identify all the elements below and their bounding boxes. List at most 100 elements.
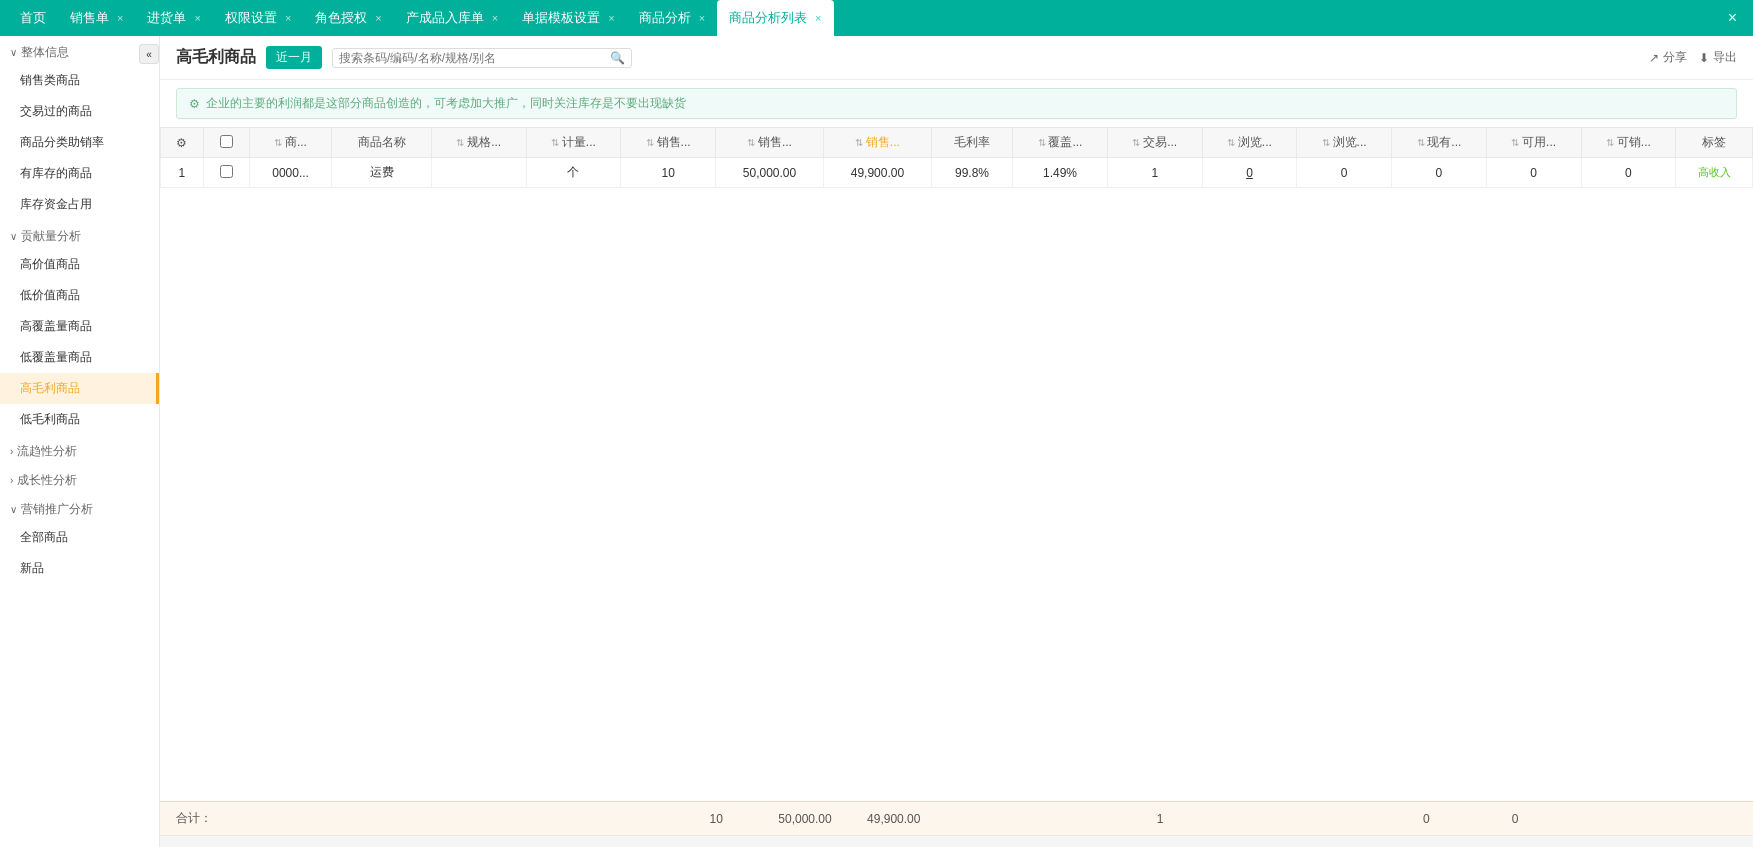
cell-sellable: 0 bbox=[1581, 158, 1676, 188]
sidebar-item-high-value[interactable]: 高价值商品 bbox=[0, 249, 159, 280]
sidebar-group-contribution[interactable]: ∨ 贡献量分析 bbox=[0, 220, 159, 249]
nav-home[interactable]: 首页 bbox=[8, 0, 58, 36]
top-navigation: 首页 销售单 × 进货单 × 权限设置 × 角色授权 × 产成品入库单 × 单据… bbox=[0, 0, 1753, 36]
select-all-checkbox[interactable] bbox=[220, 135, 233, 148]
footer-cells: 10 50,000.00 49,900.00 1 0 0 bbox=[228, 812, 1737, 826]
export-button[interactable]: ⬇ 导出 bbox=[1699, 49, 1737, 66]
footer-spacer6 bbox=[938, 812, 1027, 826]
horizontal-scrollbar[interactable] bbox=[160, 835, 1753, 847]
col-code[interactable]: 商... bbox=[249, 128, 331, 158]
nav-role-auth[interactable]: 角色授权 × bbox=[303, 0, 393, 36]
nav-permission-settings[interactable]: 权限设置 × bbox=[213, 0, 303, 36]
footer-cell-spacer5 bbox=[583, 812, 672, 826]
close-all-tabs[interactable]: × bbox=[1720, 9, 1745, 27]
footer-cell-spacer4 bbox=[494, 812, 583, 826]
cell-code: 0000... bbox=[249, 158, 331, 188]
col-trade[interactable]: 交易... bbox=[1107, 128, 1202, 158]
export-icon: ⬇ bbox=[1699, 51, 1709, 65]
footer-cell-spacer3 bbox=[406, 812, 495, 826]
col-checkbox[interactable] bbox=[203, 128, 249, 158]
footer-spacer10 bbox=[1559, 812, 1648, 826]
cell-spec bbox=[431, 158, 526, 188]
sidebar-group-growth[interactable]: › 成长性分析 bbox=[0, 464, 159, 493]
cell-browse2: 0 bbox=[1297, 158, 1392, 188]
col-name[interactable]: 商品名称 bbox=[332, 128, 432, 158]
notice-text: 企业的主要的利润都是这部分商品创造的，可考虑加大推广，同时关注库存是不要出现缺货 bbox=[206, 95, 686, 112]
content-header: 高毛利商品 近一月 🔍 ↗ 分享 ⬇ 导出 bbox=[160, 36, 1753, 80]
close-permission-settings[interactable]: × bbox=[285, 0, 291, 36]
col-sale-qty[interactable]: 销售... bbox=[621, 128, 716, 158]
close-purchase-order[interactable]: × bbox=[194, 0, 200, 36]
sidebar-item-stock-fund[interactable]: 库存资金占用 bbox=[0, 189, 159, 220]
sidebar-item-high-coverage[interactable]: 高覆盖量商品 bbox=[0, 311, 159, 342]
notice-icon: ⚙ bbox=[189, 97, 200, 111]
col-index: ⚙ bbox=[161, 128, 204, 158]
col-browse1[interactable]: 浏览... bbox=[1202, 128, 1297, 158]
col-current-stock[interactable]: 现有... bbox=[1392, 128, 1487, 158]
col-sale-amount[interactable]: 销售... bbox=[716, 128, 824, 158]
sidebar-item-in-stock[interactable]: 有库存的商品 bbox=[0, 158, 159, 189]
cell-coverage: 1.49% bbox=[1013, 158, 1108, 188]
sidebar-item-sales-goods[interactable]: 销售类商品 bbox=[0, 65, 159, 96]
table-wrap[interactable]: ⚙ 商... 商品名称 规格... 计量... 销售... 销售... 销售..… bbox=[160, 127, 1753, 801]
sidebar-item-low-coverage[interactable]: 低覆盖量商品 bbox=[0, 342, 159, 373]
row-checkbox[interactable] bbox=[220, 165, 233, 178]
cell-unit: 个 bbox=[526, 158, 621, 188]
arrow-right-icon-2: › bbox=[10, 475, 13, 486]
cell-browse1[interactable]: 0 bbox=[1202, 158, 1297, 188]
sidebar: « ∨ 整体信息 销售类商品 交易过的商品 商品分类助销率 有库存的商品 库存资… bbox=[0, 36, 160, 847]
cell-checkbox[interactable] bbox=[203, 158, 249, 188]
search-icon[interactable]: 🔍 bbox=[610, 51, 625, 65]
col-spec[interactable]: 规格... bbox=[431, 128, 526, 158]
col-sellable[interactable]: 可销... bbox=[1581, 128, 1676, 158]
sidebar-item-category-rate[interactable]: 商品分类助销率 bbox=[0, 127, 159, 158]
footer-spacer11 bbox=[1648, 812, 1737, 826]
footer-spacer7 bbox=[1027, 812, 1116, 826]
col-browse2[interactable]: 浏览... bbox=[1297, 128, 1392, 158]
nav-product-analysis-list[interactable]: 商品分析列表 × bbox=[717, 0, 833, 36]
nav-sales-order[interactable]: 销售单 × bbox=[58, 0, 135, 36]
col-available[interactable]: 可用... bbox=[1486, 128, 1581, 158]
sidebar-item-traded-goods[interactable]: 交易过的商品 bbox=[0, 96, 159, 127]
table-header-row: ⚙ 商... 商品名称 规格... 计量... 销售... 销售... 销售..… bbox=[161, 128, 1753, 158]
share-button[interactable]: ↗ 分享 bbox=[1649, 49, 1687, 66]
nav-product-analysis[interactable]: 商品分析 × bbox=[627, 0, 717, 36]
cell-sale-cost: 49,900.00 bbox=[823, 158, 931, 188]
cell-sale-qty: 10 bbox=[621, 158, 716, 188]
arrow-down-icon: ∨ bbox=[10, 47, 17, 58]
arrow-down-icon-2: ∨ bbox=[10, 231, 17, 242]
sidebar-group-marketing[interactable]: ∨ 营销推广分析 bbox=[0, 493, 159, 522]
footer-spacer9 bbox=[1293, 812, 1382, 826]
cell-trade: 1 bbox=[1107, 158, 1202, 188]
sidebar-group-overall[interactable]: ∨ 整体信息 bbox=[0, 36, 159, 65]
close-role-auth[interactable]: × bbox=[375, 0, 381, 36]
sidebar-group-flow[interactable]: › 流趋性分析 bbox=[0, 435, 159, 464]
sidebar-collapse-btn[interactable]: « bbox=[139, 44, 159, 64]
nav-template-settings[interactable]: 单据模板设置 × bbox=[510, 0, 626, 36]
sidebar-item-new-goods[interactable]: 新品 bbox=[0, 553, 159, 584]
col-sale-cost[interactable]: 销售... bbox=[823, 128, 931, 158]
close-sales-order[interactable]: × bbox=[117, 0, 123, 36]
cell-sale-amount: 50,000.00 bbox=[716, 158, 824, 188]
sidebar-item-high-margin[interactable]: 高毛利商品 bbox=[0, 373, 159, 404]
close-template-settings[interactable]: × bbox=[608, 0, 614, 36]
sidebar-item-low-value[interactable]: 低价值商品 bbox=[0, 280, 159, 311]
close-finished-goods[interactable]: × bbox=[492, 0, 498, 36]
nav-finished-goods[interactable]: 产成品入库单 × bbox=[394, 0, 510, 36]
footer-available: 0 bbox=[1471, 812, 1560, 826]
footer-cell-spacer1 bbox=[228, 812, 317, 826]
col-gross-margin[interactable]: 毛利率 bbox=[931, 128, 1012, 158]
footer-spacer8 bbox=[1204, 812, 1293, 826]
close-product-analysis-list[interactable]: × bbox=[815, 0, 821, 36]
search-input[interactable] bbox=[339, 51, 610, 65]
col-coverage[interactable]: 覆盖... bbox=[1013, 128, 1108, 158]
close-product-analysis[interactable]: × bbox=[699, 0, 705, 36]
sidebar-item-low-margin[interactable]: 低毛利商品 bbox=[0, 404, 159, 435]
share-icon: ↗ bbox=[1649, 51, 1659, 65]
period-button[interactable]: 近一月 bbox=[266, 46, 322, 69]
cell-index: 1 bbox=[161, 158, 204, 188]
sidebar-item-all-goods[interactable]: 全部商品 bbox=[0, 522, 159, 553]
search-wrap: 🔍 bbox=[332, 48, 632, 68]
col-unit[interactable]: 计量... bbox=[526, 128, 621, 158]
nav-purchase-order[interactable]: 进货单 × bbox=[135, 0, 212, 36]
